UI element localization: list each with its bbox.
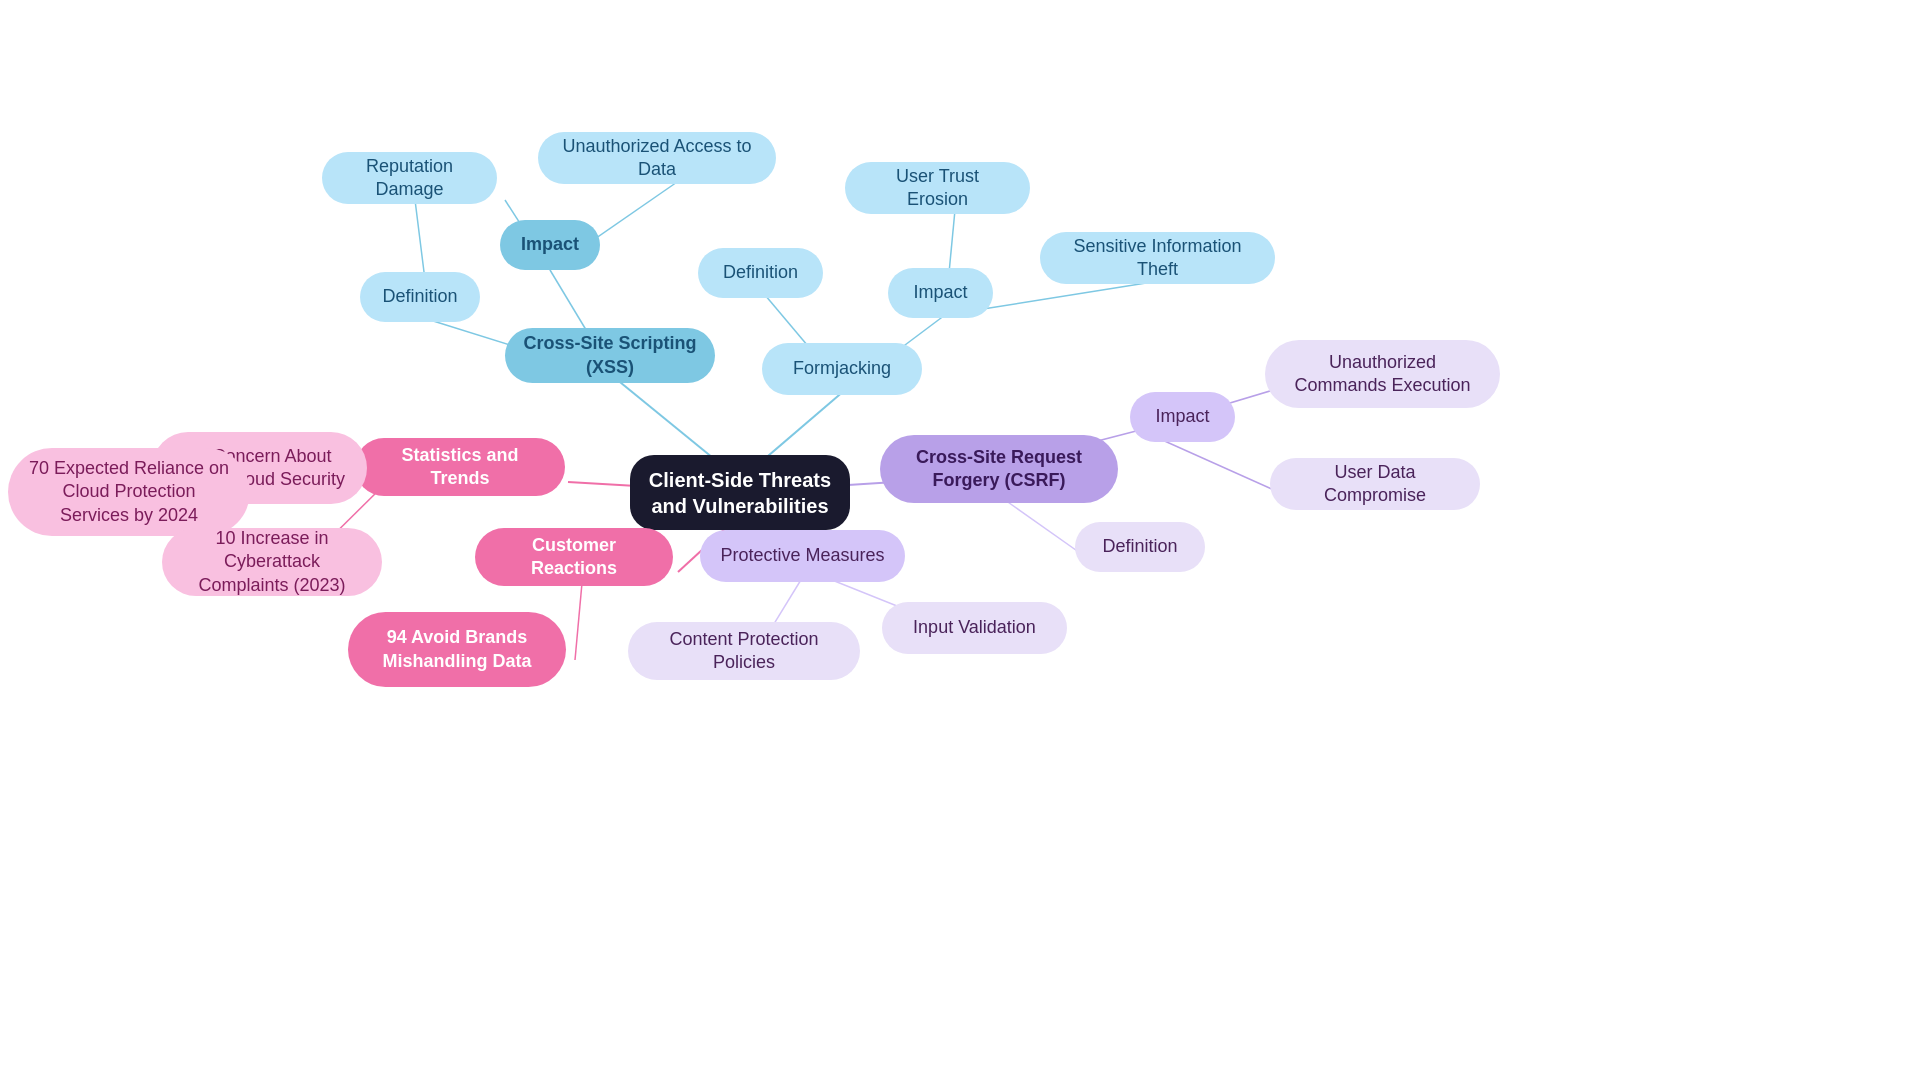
xss-node: Cross-Site Scripting (XSS) (505, 328, 715, 383)
input-validation-node: Input Validation (882, 602, 1067, 654)
unauthorized-access-node: Unauthorized Access to Data (538, 132, 776, 184)
stat-reliance-node: 70 Expected Reliance on Cloud Protection… (8, 448, 250, 536)
formjacking-impact-node: Impact (888, 268, 993, 318)
avoid-brands-node: 94 Avoid Brands Mishandling Data (348, 612, 566, 687)
user-data-compromise-node: User Data Compromise (1270, 458, 1480, 510)
user-trust-erosion-node: User Trust Erosion (845, 162, 1030, 214)
formjacking-definition-node: Definition (698, 248, 823, 298)
customer-reactions-node: Customer Reactions (475, 528, 673, 586)
sensitive-info-theft-node: Sensitive Information Theft (1040, 232, 1275, 284)
xss-definition-node: Definition (360, 272, 480, 322)
csrf-definition-node: Definition (1075, 522, 1205, 572)
xss-impact-node: Impact (500, 220, 600, 270)
unauthorized-commands-node: Unauthorized Commands Execution (1265, 340, 1500, 408)
csrf-node: Cross-Site Request Forgery (CSRF) (880, 435, 1118, 503)
stat-cyberattack-node: 10 Increase in Cyberattack Complaints (2… (162, 528, 382, 596)
formjacking-node: Formjacking (762, 343, 922, 395)
center-node: Client-Side Threats and Vulnerabilities (630, 455, 850, 530)
content-protection-node: Content Protection Policies (628, 622, 860, 680)
stats-node: Statistics and Trends (355, 438, 565, 496)
reputation-damage-node: Reputation Damage (322, 152, 497, 204)
protective-measures-node: Protective Measures (700, 530, 905, 582)
csrf-impact-node: Impact (1130, 392, 1235, 442)
